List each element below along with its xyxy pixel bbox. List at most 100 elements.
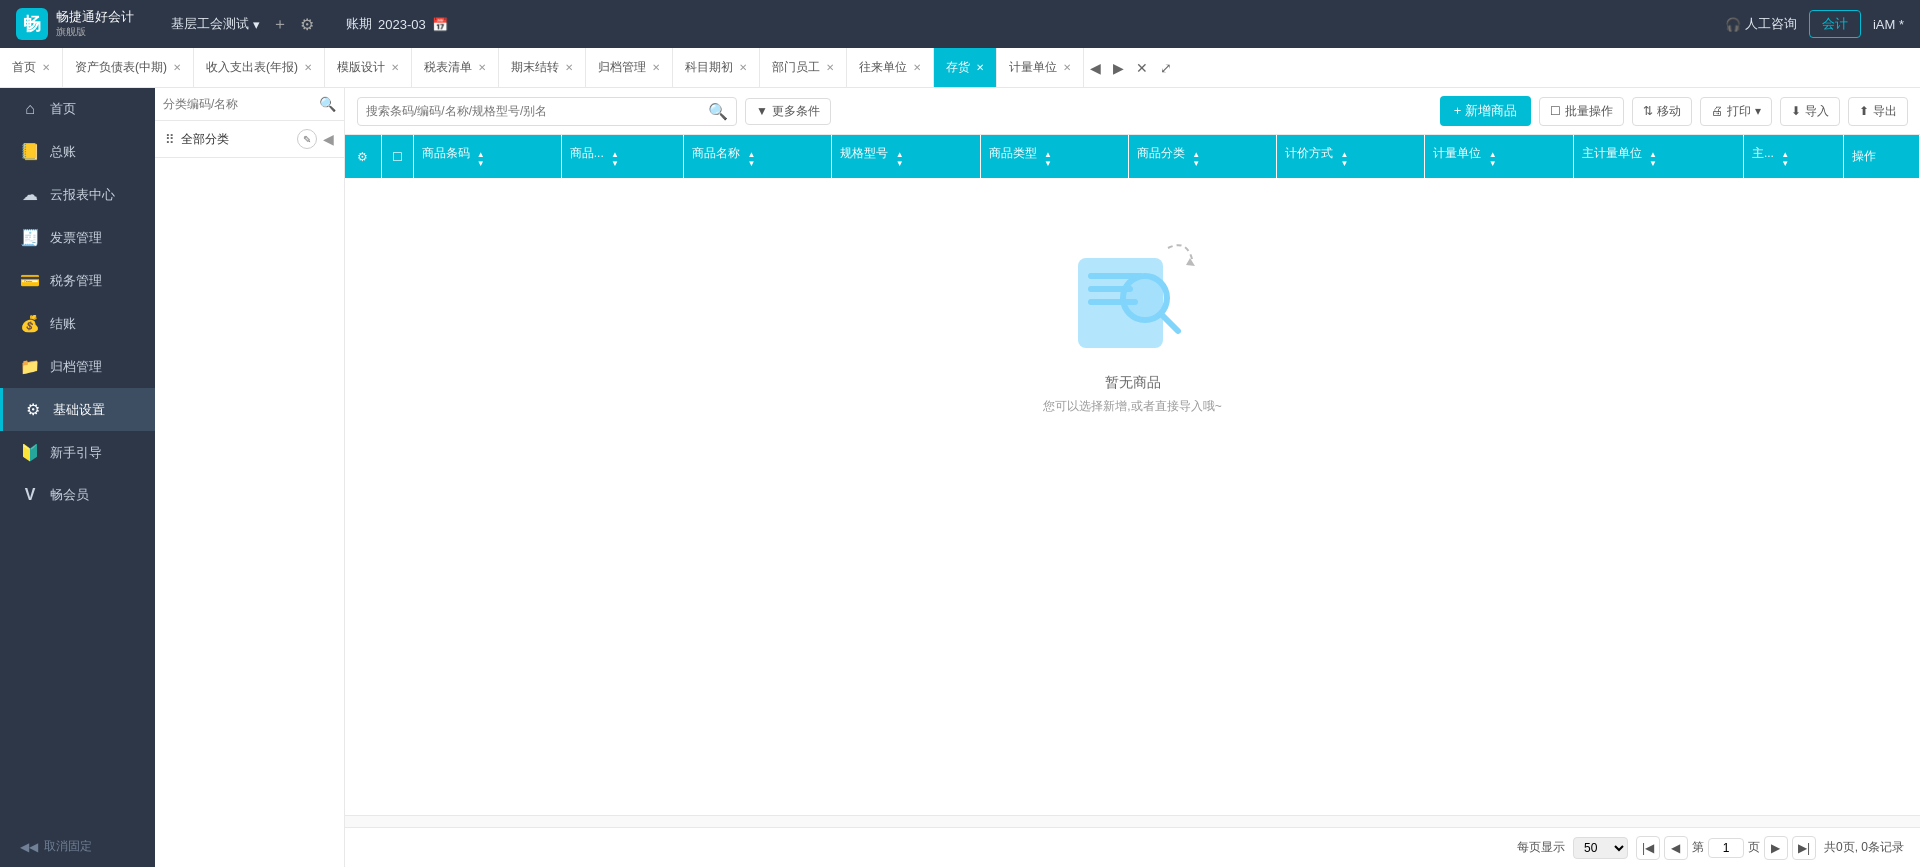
tab-contacts[interactable]: 往来单位 ✕ — [847, 48, 934, 88]
filter-icon: ▼ — [756, 104, 768, 118]
checkout-icon: 💰 — [20, 314, 40, 333]
page-size-select[interactable]: 10 20 50 100 — [1573, 837, 1628, 859]
sidebar-item-member[interactable]: V 畅会员 — [0, 474, 155, 516]
tab-period-label: 期末结转 — [511, 59, 559, 76]
dropdown-icon[interactable]: ▾ — [253, 17, 260, 32]
page-number-input[interactable] — [1708, 838, 1744, 858]
move-button[interactable]: ⇅ 移动 — [1632, 97, 1692, 126]
panel-collapse-btn[interactable]: ◀ — [323, 131, 334, 147]
sidebar-guide-label: 新手引导 — [50, 444, 102, 462]
print-button[interactable]: 🖨 打印 ▾ — [1700, 97, 1772, 126]
product-search-icon[interactable]: 🔍 — [708, 102, 728, 121]
page-last-btn[interactable]: ▶| — [1792, 836, 1816, 860]
sidebar-collapse-btn[interactable]: ◀◀ 取消固定 — [0, 826, 155, 867]
sidebar-item-invoice[interactable]: 🧾 发票管理 — [0, 216, 155, 259]
tree-all-label[interactable]: 全部分类 — [181, 131, 291, 148]
tab-tax-close[interactable]: ✕ — [478, 62, 486, 73]
company-name[interactable]: 基层工会测试 ▾ — [171, 15, 260, 33]
tab-balance[interactable]: 资产负债表(中期) ✕ — [63, 48, 194, 88]
col-main-unit[interactable]: 主计量单位 ▲▼ — [1573, 135, 1743, 178]
tab-income[interactable]: 收入支出表(年报) ✕ — [194, 48, 325, 88]
tab-unit[interactable]: 计量单位 ✕ — [997, 48, 1084, 88]
sidebar-checkout-label: 结账 — [50, 315, 76, 333]
tab-template[interactable]: 模版设计 ✕ — [325, 48, 412, 88]
category-search-icon[interactable]: 🔍 — [319, 96, 336, 112]
sidebar-member-label: 畅会员 — [50, 486, 89, 504]
sidebar-archive-label: 归档管理 — [50, 358, 102, 376]
main-layout: ⌂ 首页 📒 总账 ☁ 云报表中心 🧾 发票管理 💳 税务管理 💰 结账 📁 归… — [0, 88, 1920, 867]
calendar-icon[interactable]: 📅 — [432, 17, 448, 32]
tab-inventory-label: 存货 — [946, 59, 970, 76]
col-barcode[interactable]: 商品条码 ▲▼ — [413, 135, 561, 178]
category-search-input[interactable] — [163, 97, 315, 111]
sidebar-item-reports[interactable]: ☁ 云报表中心 — [0, 173, 155, 216]
col-unit[interactable]: 计量单位 ▲▼ — [1425, 135, 1573, 178]
empty-state: 暂无商品 您可以选择新增,或者直接导入哦~ — [345, 178, 1920, 455]
tab-subject[interactable]: 科目期初 ✕ — [673, 48, 760, 88]
page-prev-btn[interactable]: ◀ — [1664, 836, 1688, 860]
sidebar-item-tax[interactable]: 💳 税务管理 — [0, 259, 155, 302]
tab-contacts-close[interactable]: ✕ — [913, 62, 921, 73]
service-button[interactable]: 🎧 人工咨询 — [1725, 15, 1797, 33]
col-settings[interactable]: ⚙ — [345, 135, 381, 178]
col-category[interactable]: 商品分类 ▲▼ — [1128, 135, 1276, 178]
col-price-method[interactable]: 计价方式 ▲▼ — [1277, 135, 1425, 178]
tab-unit-close[interactable]: ✕ — [1063, 62, 1071, 73]
col-checkbox[interactable]: ☐ — [381, 135, 413, 178]
col-spec[interactable]: 规格型号 ▲▼ — [832, 135, 980, 178]
tab-tax[interactable]: 税表清单 ✕ — [412, 48, 499, 88]
col-type[interactable]: 商品类型 ▲▼ — [980, 135, 1128, 178]
settings-icon[interactable]: ⚙ — [300, 15, 314, 34]
sidebar-ledger-label: 总账 — [50, 143, 76, 161]
logo-icon: 畅 — [16, 8, 48, 40]
add-product-button[interactable]: + 新增商品 — [1440, 96, 1531, 126]
sidebar-item-ledger[interactable]: 📒 总账 — [0, 130, 155, 173]
account-button[interactable]: 会计 — [1809, 10, 1861, 38]
import-button[interactable]: ⬇ 导入 — [1780, 97, 1840, 126]
filter-button[interactable]: ▼ 更多条件 — [745, 98, 831, 125]
tab-close-all[interactable]: ✕ — [1130, 60, 1154, 76]
tab-subject-close[interactable]: ✕ — [739, 62, 747, 73]
col-name[interactable]: 商品名称 ▲▼ — [684, 135, 832, 178]
page-next-btn[interactable]: ▶ — [1764, 836, 1788, 860]
batch-button[interactable]: ☐ 批量操作 — [1539, 97, 1624, 126]
col-code[interactable]: 商品... ▲▼ — [561, 135, 683, 178]
tab-fullscreen[interactable]: ⤢ — [1154, 60, 1178, 76]
tab-nav-left[interactable]: ◀ — [1084, 60, 1107, 76]
tab-dept-close[interactable]: ✕ — [826, 62, 834, 73]
sidebar-item-checkout[interactable]: 💰 结账 — [0, 302, 155, 345]
add-icon[interactable]: ＋ — [272, 14, 288, 35]
page-first-btn[interactable]: |◀ — [1636, 836, 1660, 860]
tab-archive[interactable]: 归档管理 ✕ — [586, 48, 673, 88]
svg-line-6 — [1161, 314, 1178, 331]
sidebar-item-archive[interactable]: 📁 归档管理 — [0, 345, 155, 388]
tab-nav-right[interactable]: ▶ — [1107, 60, 1130, 76]
horizontal-scrollbar[interactable] — [345, 815, 1920, 827]
tree-edit-btn[interactable]: ✎ — [297, 129, 317, 149]
sidebar-item-guide[interactable]: 🔰 新手引导 — [0, 431, 155, 474]
col-main-short[interactable]: 主... ▲▼ — [1743, 135, 1843, 178]
sidebar-item-home[interactable]: ⌂ 首页 — [0, 88, 155, 130]
tab-archive-close[interactable]: ✕ — [652, 62, 660, 73]
tree-actions: ✎ — [297, 129, 317, 149]
settings-gear-icon: ⚙ — [23, 400, 43, 419]
tab-inventory-close[interactable]: ✕ — [976, 62, 984, 73]
tab-period[interactable]: 期末结转 ✕ — [499, 48, 586, 88]
export-button[interactable]: ⬆ 导出 — [1848, 97, 1908, 126]
headset-icon: 🎧 — [1725, 17, 1741, 32]
product-table: ⚙ ☐ 商品条码 ▲▼ 商品... ▲▼ — [345, 135, 1920, 178]
user-label[interactable]: iAM * — [1873, 17, 1904, 32]
tab-home-close[interactable]: ✕ — [42, 62, 50, 73]
tab-balance-close[interactable]: ✕ — [173, 62, 181, 73]
tab-income-close[interactable]: ✕ — [304, 62, 312, 73]
empty-desc: 您可以选择新增,或者直接导入哦~ — [1043, 398, 1221, 415]
tab-inventory[interactable]: 存货 ✕ — [934, 48, 997, 88]
sidebar-item-settings[interactable]: ⚙ 基础设置 — [0, 388, 155, 431]
tab-template-close[interactable]: ✕ — [391, 62, 399, 73]
sidebar-tax-label: 税务管理 — [50, 272, 102, 290]
tab-period-close[interactable]: ✕ — [565, 62, 573, 73]
tab-dept[interactable]: 部门员工 ✕ — [760, 48, 847, 88]
product-search-input[interactable] — [366, 104, 702, 118]
export-icon: ⬆ — [1859, 104, 1869, 118]
tab-home[interactable]: 首页 ✕ — [0, 48, 63, 88]
